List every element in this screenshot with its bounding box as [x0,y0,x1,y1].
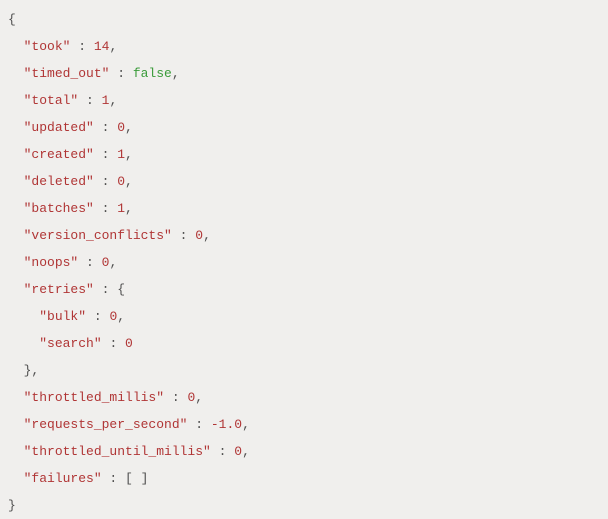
code-line: "retries" : { [8,276,600,303]
code-line: "throttled_millis" : 0, [8,384,600,411]
code-line: "took" : 14, [8,33,600,60]
code-line: "failures" : [ ] [8,465,600,492]
code-line: "batches" : 1, [8,195,600,222]
code-line: "noops" : 0, [8,249,600,276]
code-line: "updated" : 0, [8,114,600,141]
code-line: { [8,6,600,33]
code-line: "total" : 1, [8,87,600,114]
code-line: "timed_out" : false, [8,60,600,87]
code-line: }, [8,357,600,384]
code-line: "bulk" : 0, [8,303,600,330]
code-line: "version_conflicts" : 0, [8,222,600,249]
code-line: "search" : 0 [8,330,600,357]
code-line: "throttled_until_millis" : 0, [8,438,600,465]
code-line: "created" : 1, [8,141,600,168]
code-line: } [8,492,600,519]
code-line: "deleted" : 0, [8,168,600,195]
json-code-block: { "took" : 14, "timed_out" : false, "tot… [8,6,600,519]
code-line: "requests_per_second" : -1.0, [8,411,600,438]
